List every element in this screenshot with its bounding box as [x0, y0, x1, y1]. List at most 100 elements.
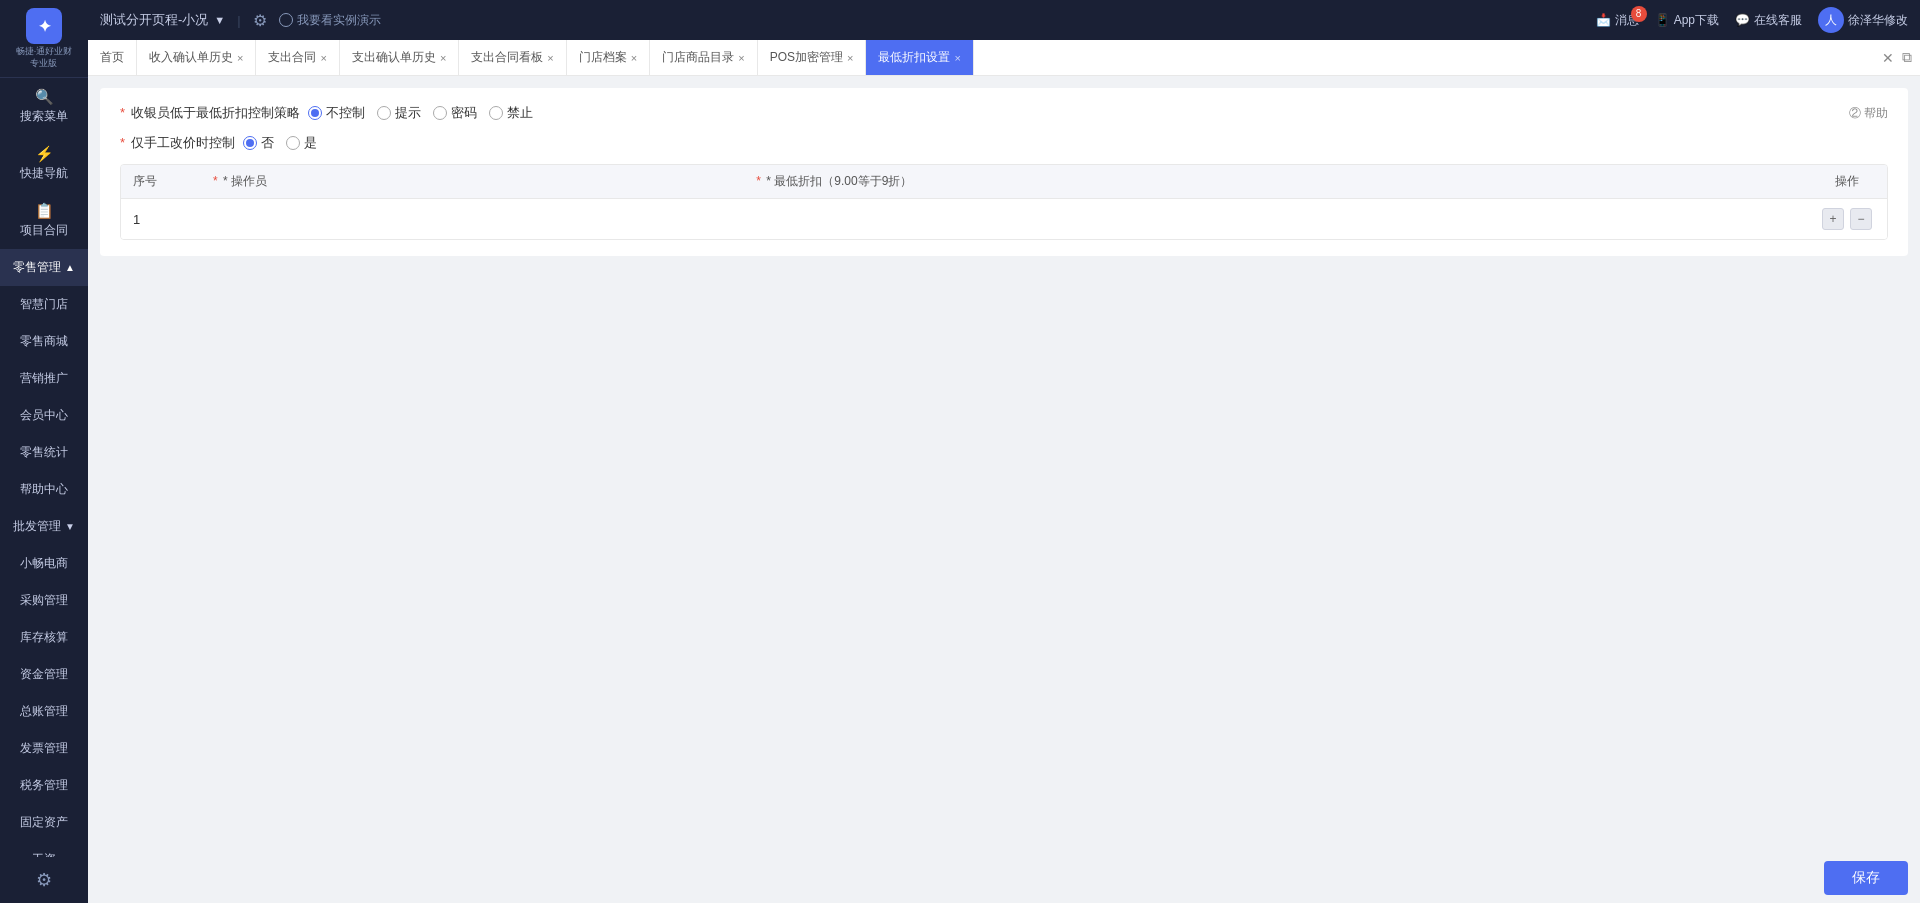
radio-manual-yes-icon[interactable] — [286, 136, 300, 150]
cell-operator-1 — [201, 211, 744, 227]
search-menu-icon: 🔍 — [35, 88, 54, 106]
tab-income-history[interactable]: 收入确认单历史 × — [137, 40, 256, 75]
sidebar-item-contract[interactable]: 📋 项目合同 — [0, 192, 88, 249]
manual-control-label: * 仅手工改价时控制 — [120, 134, 235, 152]
sidebar-item-salary[interactable]: 工资 — [0, 841, 88, 857]
topbar: 测试分开页程-小况 ▼ | ⚙ 我要看实例演示 📩 消息 8 📱 App下载 💬… — [88, 0, 1920, 40]
sidebar-item-capital[interactable]: 资金管理 — [0, 656, 88, 693]
sidebar-menu: 🔍 搜索菜单 ⚡ 快捷导航 📋 项目合同 零售管理 ▲ 智慧门店 零售商城 营销… — [0, 78, 88, 857]
tab-payment-confirm-history[interactable]: 支出确认单历史 × — [340, 40, 459, 75]
tab-store-products[interactable]: 门店商品目录 × — [650, 40, 757, 75]
sidebar-item-ledger[interactable]: 总账管理 — [0, 693, 88, 730]
topbar-demo[interactable]: 我要看实例演示 — [279, 12, 381, 29]
option-manual-no[interactable]: 否 — [243, 134, 274, 152]
topbar-message[interactable]: 📩 消息 8 — [1596, 12, 1639, 29]
tab-store-archive[interactable]: 门店档案 × — [567, 40, 650, 75]
message-badge: 8 — [1631, 6, 1647, 22]
help-icon[interactable]: ② 帮助 — [1849, 105, 1888, 122]
tab-more-icon[interactable]: ⧉ — [1902, 49, 1912, 66]
radio-manual-no-icon[interactable] — [243, 136, 257, 150]
sidebar-item-purchase[interactable]: 采购管理 — [0, 582, 88, 619]
option-password[interactable]: 密码 — [433, 104, 477, 122]
sidebar-item-smartstore[interactable]: 智慧门店 — [0, 286, 88, 323]
tab-payment-board[interactable]: 支出合同看板 × — [459, 40, 566, 75]
app-label: App下载 — [1674, 12, 1719, 29]
sidebar-item-retail[interactable]: 零售管理 ▲ — [0, 249, 88, 286]
col-header-operator: * * 操作员 — [201, 165, 744, 198]
table-row: 1 + − — [121, 199, 1887, 239]
cell-discount-1 — [744, 211, 1807, 227]
project-name: 测试分开页程-小况 — [100, 11, 208, 29]
topbar-appdownload[interactable]: 📱 App下载 — [1655, 12, 1719, 29]
demo-text: 我要看实例演示 — [297, 12, 381, 29]
service-icon: 💬 — [1735, 13, 1750, 27]
row-add-button-1[interactable]: + — [1822, 208, 1844, 230]
required-star-1: * — [120, 105, 125, 120]
topbar-separator: | — [237, 13, 240, 28]
content-area: * 收银员低于最低折扣控制策略 不控制 提示 — [88, 76, 1920, 903]
tab-close-store-products[interactable]: × — [738, 52, 744, 64]
cashier-strategy-label: * 收银员低于最低折扣控制策略 — [120, 104, 300, 122]
tab-close-payment-board[interactable]: × — [547, 52, 553, 64]
tab-close-all-icon[interactable]: ✕ — [1882, 50, 1894, 66]
option-remind[interactable]: 提示 — [377, 104, 421, 122]
sidebar-item-help[interactable]: 帮助中心 — [0, 471, 88, 508]
sidebar-item-wholesale[interactable]: 批发管理 ▼ — [0, 508, 88, 545]
page-footer: 保存 — [88, 853, 1920, 903]
radio-remind-icon[interactable] — [377, 106, 391, 120]
option-no-control[interactable]: 不控制 — [308, 104, 365, 122]
tab-close-payment-confirm-history[interactable]: × — [440, 52, 446, 64]
sidebar-item-stats[interactable]: 零售统计 — [0, 434, 88, 471]
message-icon: 📩 — [1596, 13, 1611, 27]
project-chevron-icon: ▼ — [214, 14, 225, 26]
option-manual-yes[interactable]: 是 — [286, 134, 317, 152]
tab-payment-contract[interactable]: 支出合同 × — [256, 40, 339, 75]
contract-icon: 📋 — [35, 202, 54, 220]
app-logo-icon: ✦ — [26, 8, 62, 44]
cashier-strategy-row: * 收银员低于最低折扣控制策略 不控制 提示 — [120, 104, 1888, 122]
sidebar: ✦ 畅捷·通好业财 专业版 🔍 搜索菜单 ⚡ 快捷导航 📋 项目合同 零售管理 … — [0, 0, 88, 903]
topbar-user[interactable]: 人 徐泽华修改 — [1818, 7, 1908, 33]
topbar-project[interactable]: 测试分开页程-小况 ▼ — [100, 11, 225, 29]
tab-close-income-history[interactable]: × — [237, 52, 243, 64]
sidebar-item-search[interactable]: 🔍 搜索菜单 — [0, 78, 88, 135]
col-header-discount: * * 最低折扣（9.00等于9折） — [744, 165, 1807, 198]
radio-password-icon[interactable] — [433, 106, 447, 120]
app-logo-text: 畅捷·通好业财 专业版 — [16, 46, 73, 69]
tab-close-min-discount[interactable]: × — [954, 52, 960, 64]
sidebar-item-quicknav[interactable]: ⚡ 快捷导航 — [0, 135, 88, 192]
tab-close-payment-contract[interactable]: × — [320, 52, 326, 64]
radio-no-control-icon[interactable] — [308, 106, 322, 120]
tab-pos-manage[interactable]: POS加密管理 × — [758, 40, 867, 75]
topbar-service[interactable]: 💬 在线客服 — [1735, 12, 1802, 29]
app-icon: 📱 — [1655, 13, 1670, 27]
topbar-right: 📩 消息 8 📱 App下载 💬 在线客服 人 徐泽华修改 — [1596, 7, 1908, 33]
sidebar-item-inventory[interactable]: 库存核算 — [0, 619, 88, 656]
sidebar-footer[interactable]: ⚙ — [0, 857, 88, 903]
option-forbidden[interactable]: 禁止 — [489, 104, 533, 122]
topbar-settings-icon[interactable]: ⚙ — [253, 11, 267, 30]
sidebar-item-invoice[interactable]: 发票管理 — [0, 730, 88, 767]
col-header-action: 操作 — [1807, 165, 1887, 198]
sidebar-item-marketing[interactable]: 营销推广 — [0, 360, 88, 397]
col-header-seq: 序号 — [121, 165, 201, 198]
sidebar-item-member[interactable]: 会员中心 — [0, 397, 88, 434]
tab-close-pos-manage[interactable]: × — [847, 52, 853, 64]
sidebar-item-ecommerce[interactable]: 小畅电商 — [0, 545, 88, 582]
required-star-2: * — [120, 135, 125, 150]
radio-forbidden-icon[interactable] — [489, 106, 503, 120]
tab-home[interactable]: 首页 — [88, 40, 137, 75]
sidebar-item-tax[interactable]: 税务管理 — [0, 767, 88, 804]
settings-icon[interactable]: ⚙ — [36, 869, 52, 891]
retail-arrow-icon: ▲ — [65, 262, 75, 273]
sidebar-item-assets[interactable]: 固定资产 — [0, 804, 88, 841]
row-delete-button-1[interactable]: − — [1850, 208, 1872, 230]
tab-close-store-archive[interactable]: × — [631, 52, 637, 64]
tabs-bar-actions: ✕ ⧉ — [1874, 49, 1920, 66]
manual-control-row: * 仅手工改价时控制 否 是 — [120, 134, 1888, 152]
tab-min-discount[interactable]: 最低折扣设置 × — [866, 40, 973, 75]
sidebar-item-retailmall[interactable]: 零售商城 — [0, 323, 88, 360]
save-button[interactable]: 保存 — [1824, 861, 1908, 895]
cashier-strategy-options: 不控制 提示 密码 禁止 — [308, 104, 533, 122]
demo-circle-icon — [279, 13, 293, 27]
